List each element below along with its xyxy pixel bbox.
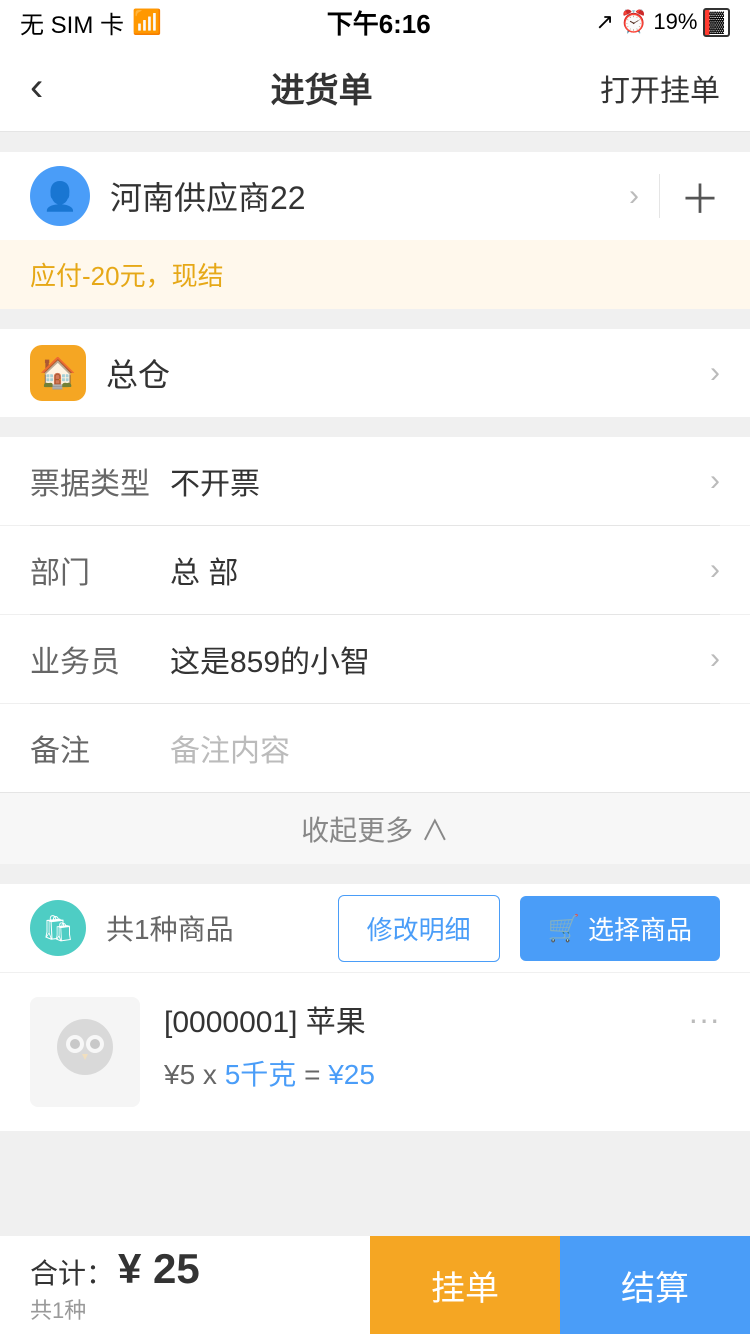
battery-text: 19%	[653, 9, 697, 35]
more-dots-icon: ···	[688, 1001, 720, 1038]
cart-icon: 🛒	[548, 913, 580, 944]
select-product-label: 选择商品	[588, 910, 692, 947]
bag-icon: 🛍	[41, 913, 74, 944]
price-base: ¥5 x	[164, 1059, 225, 1090]
open-pending-button[interactable]: 打开挂单	[600, 66, 720, 110]
alarm-icon: ⏰	[620, 9, 647, 35]
product-thumbnail	[30, 997, 140, 1107]
suspend-button[interactable]: 挂单	[370, 1236, 560, 1334]
invoice-chevron-icon: ›	[710, 464, 720, 498]
price-quantity: 5千克	[225, 1059, 297, 1090]
alert-banner: 应付-20元，现结	[0, 240, 750, 309]
warehouse-icon: 🏠	[30, 345, 86, 401]
invoice-type-row[interactable]: 票据类型 不开票 ›	[0, 437, 750, 525]
total-amount: ¥ 25	[118, 1245, 200, 1293]
product-item: [0000001] 苹果 ¥5 x 5千克 = ¥25 ···	[0, 972, 750, 1131]
warehouse-chevron-icon: ›	[710, 356, 720, 390]
total-label: 合计：	[30, 1252, 114, 1292]
invoice-label: 票据类型	[30, 459, 150, 503]
page-title: 进货单	[271, 63, 373, 112]
warehouse-name: 总仓	[106, 350, 170, 396]
divider-1	[0, 132, 750, 152]
salesman-row[interactable]: 业务员 这是859的小智 ›	[0, 615, 750, 703]
bottom-bar: 合计： ¥ 25 共1种 挂单 结算	[0, 1236, 750, 1334]
wifi-icon: 📶	[132, 8, 162, 37]
battery-icon: ▓	[703, 8, 730, 37]
avatar-icon: 👤	[43, 180, 78, 213]
product-more-button[interactable]: ···	[688, 997, 720, 1038]
department-value: 总 部	[170, 548, 710, 592]
bottom-spacer	[0, 1131, 750, 1251]
supplier-section: 👤 河南供应商22 › ＋	[0, 152, 750, 240]
total-section: 合计： ¥ 25 共1种	[0, 1236, 370, 1334]
product-name: [0000001] 苹果	[164, 997, 664, 1041]
status-bar-left: 无 SIM 卡 📶	[20, 5, 162, 40]
supplier-chevron-icon[interactable]: ›	[629, 179, 639, 213]
department-label: 部门	[30, 548, 150, 592]
supplier-name[interactable]: 河南供应商22	[110, 173, 306, 219]
remark-label: 备注	[30, 726, 150, 770]
total-sub: 共1种	[30, 1293, 340, 1325]
warehouse-left: 🏠 总仓	[30, 345, 170, 401]
products-icon: 🛍	[30, 900, 86, 956]
supplier-left: 👤 河南供应商22	[30, 166, 306, 226]
collapse-button[interactable]: 收起更多 ∧	[0, 792, 750, 864]
divider-3	[0, 417, 750, 437]
salesman-label: 业务员	[30, 637, 150, 681]
products-count: 共1种商品	[106, 908, 318, 948]
add-supplier-button[interactable]: ＋	[680, 167, 720, 225]
department-chevron-icon: ›	[710, 553, 720, 587]
collapse-label: 收起更多 ∧	[301, 809, 449, 849]
supplier-avatar: 👤	[30, 166, 90, 226]
settle-button[interactable]: 结算	[560, 1236, 750, 1334]
divider-7	[0, 864, 750, 884]
edit-detail-button[interactable]: 修改明细	[338, 895, 500, 962]
remark-row[interactable]: 备注 备注内容	[0, 704, 750, 792]
product-price: ¥5 x 5千克 = ¥25	[164, 1053, 664, 1093]
status-bar: 无 SIM 卡 📶 下午6:16 ↗ ⏰ 19% ▓	[0, 0, 750, 44]
alert-text: 应付-20元，现结	[30, 261, 224, 291]
salesman-chevron-icon: ›	[710, 642, 720, 676]
invoice-value: 不开票	[170, 459, 710, 503]
status-bar-right: ↗ ⏰ 19% ▓	[596, 8, 730, 37]
status-bar-time: 下午6:16	[327, 4, 431, 41]
vertical-divider	[659, 174, 660, 218]
product-info: [0000001] 苹果 ¥5 x 5千克 = ¥25	[164, 997, 664, 1093]
department-row[interactable]: 部门 总 部 ›	[0, 526, 750, 614]
supplier-right: › ＋	[629, 167, 720, 225]
house-icon: 🏠	[39, 356, 76, 391]
back-button[interactable]: ‹	[30, 65, 43, 110]
price-total: ¥25	[328, 1059, 375, 1090]
location-icon: ↗	[596, 9, 614, 35]
price-equals: =	[304, 1059, 328, 1090]
product-code: [0000001] 苹果	[164, 1006, 366, 1039]
select-product-button[interactable]: 🛒 选择商品	[520, 896, 720, 961]
warehouse-section[interactable]: 🏠 总仓 ›	[0, 329, 750, 417]
divider-2	[0, 309, 750, 329]
carrier-text: 无 SIM 卡	[20, 5, 124, 40]
product-placeholder-image	[45, 1012, 125, 1092]
salesman-value: 这是859的小智	[170, 637, 710, 681]
products-header: 🛍 共1种商品 修改明细 🛒 选择商品	[0, 884, 750, 972]
nav-bar: ‹ 进货单 打开挂单	[0, 44, 750, 132]
remark-value[interactable]: 备注内容	[170, 726, 720, 770]
